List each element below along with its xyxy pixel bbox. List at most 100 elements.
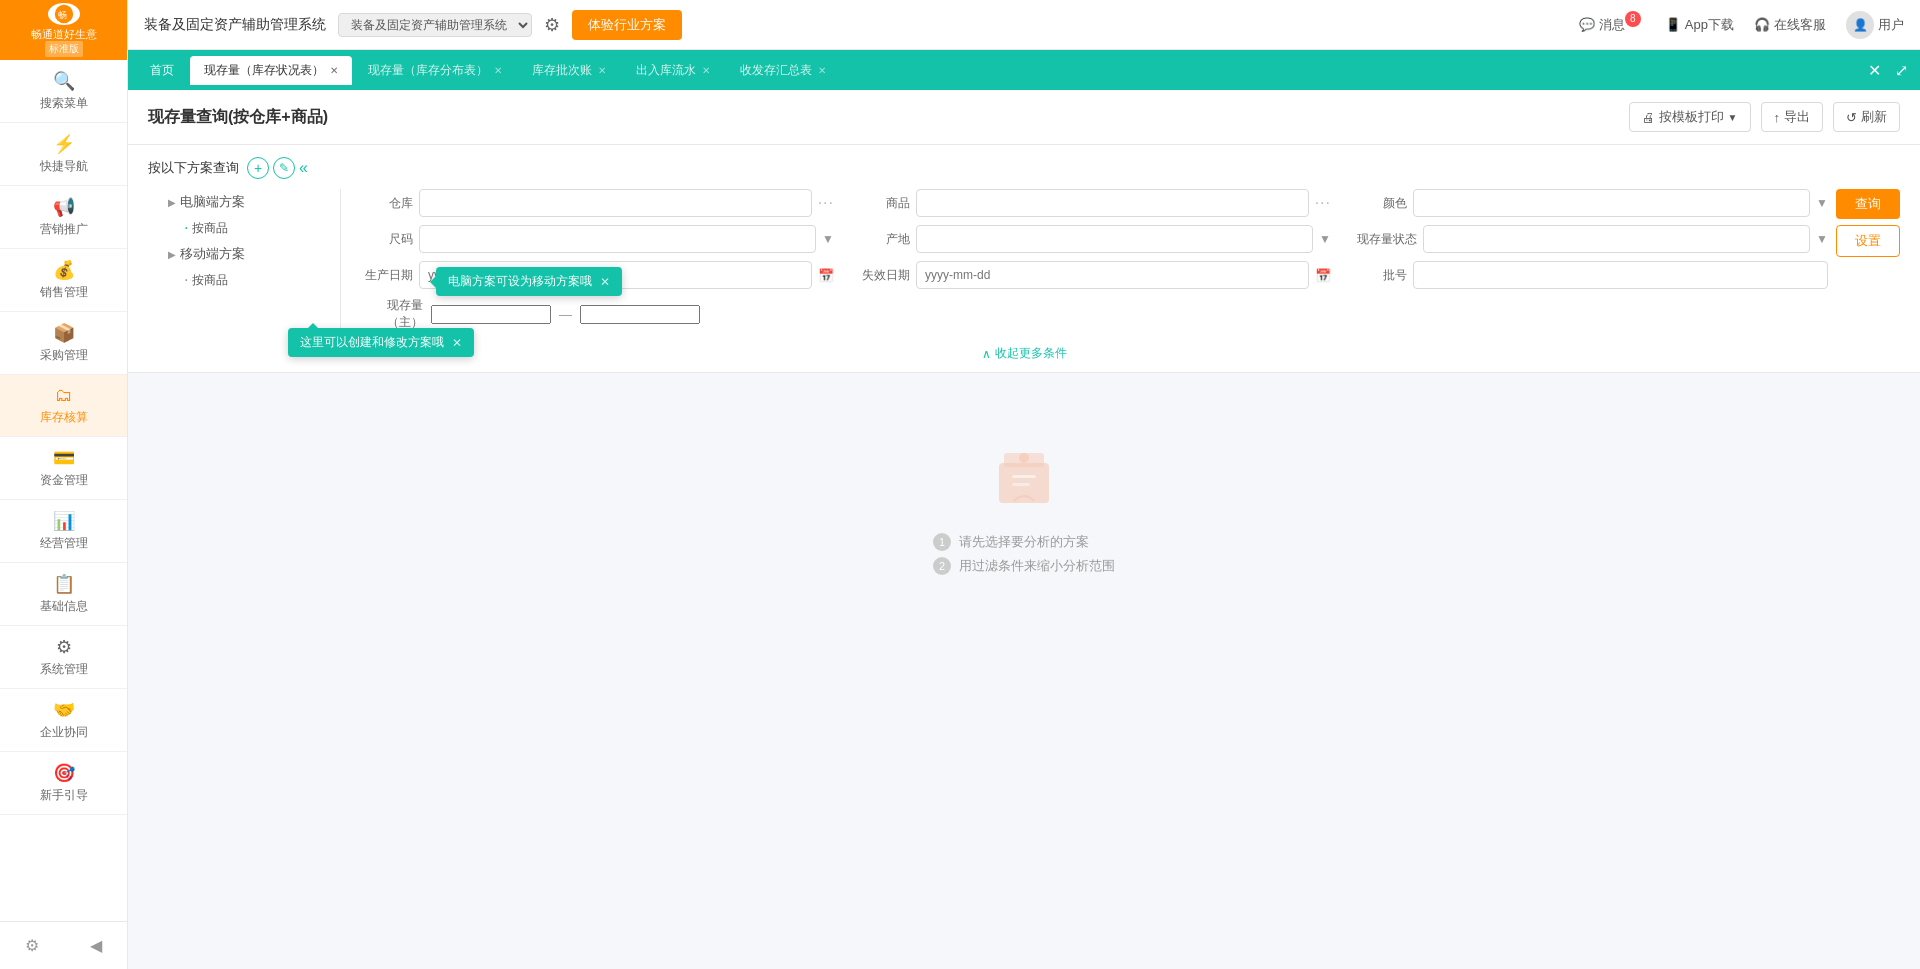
collapse-sidebar-btn[interactable]: ◀ xyxy=(82,932,110,959)
main-area: 装备及固定资产辅助管理系统 装备及固定资产辅助管理系统 ⚙ 体验行业方案 💬 消… xyxy=(128,0,1920,969)
topbar: 装备及固定资产辅助管理系统 装备及固定资产辅助管理系统 ⚙ 体验行业方案 💬 消… xyxy=(128,0,1920,50)
tab-home[interactable]: 首页 xyxy=(136,56,188,85)
tab-summary[interactable]: 收发存汇总表 ✕ xyxy=(726,56,840,85)
stock-status-dropdown-icon[interactable]: ▼ xyxy=(1816,232,1828,246)
svg-rect-5 xyxy=(1012,475,1036,478)
goods-input[interactable] xyxy=(916,189,1309,217)
size-dropdown-icon[interactable]: ▼ xyxy=(822,232,834,246)
tab-summary-close[interactable]: ✕ xyxy=(818,65,826,76)
sidebar-item-collab[interactable]: 🤝 企业协同 xyxy=(0,689,127,752)
scheme-tooltip-close[interactable]: ✕ xyxy=(600,275,610,289)
tab-flow[interactable]: 出入库流水 ✕ xyxy=(622,56,724,85)
sidebar-item-label-inventory: 库存核算 xyxy=(40,409,88,426)
stock-status-input[interactable] xyxy=(1423,225,1810,253)
produce-date-calendar-icon[interactable]: 📅 xyxy=(818,268,834,283)
back-arrow-icon[interactable]: « xyxy=(299,159,308,177)
step-1-text: 请先选择要分析的方案 xyxy=(959,533,1089,551)
user-area[interactable]: 👤 用户 xyxy=(1846,11,1904,39)
sidebar-item-label-nav: 快捷导航 xyxy=(40,158,88,175)
tabbar-close-all-icon[interactable]: ✕ xyxy=(1864,59,1885,82)
stock-main-to-input[interactable] xyxy=(580,305,700,324)
edit-tooltip-close[interactable]: ✕ xyxy=(452,336,462,350)
sidebar-item-label-finance: 资金管理 xyxy=(40,472,88,489)
expire-date-calendar-icon[interactable]: 📅 xyxy=(1315,268,1331,283)
refresh-icon: ↺ xyxy=(1846,110,1857,125)
tab-stock-distribution-close[interactable]: ✕ xyxy=(494,65,502,76)
sidebar-item-sales[interactable]: 💰 销售管理 xyxy=(0,249,127,312)
sidebar-item-basic-info[interactable]: 📋 基础信息 xyxy=(0,563,127,626)
color-input[interactable] xyxy=(1413,189,1810,217)
add-scheme-btn[interactable]: + xyxy=(247,157,269,179)
stock-status-label: 现存量状态 xyxy=(1347,231,1417,248)
sidebar-item-finance[interactable]: 💳 资金管理 xyxy=(0,437,127,500)
tab-stock-distribution[interactable]: 现存量（库存分布表） ✕ xyxy=(354,56,516,85)
tab-stock-status[interactable]: 现存量（库存状况表） ✕ xyxy=(190,56,352,85)
tab-flow-close[interactable]: ✕ xyxy=(702,65,710,76)
tab-stock-status-close[interactable]: ✕ xyxy=(330,65,338,76)
sidebar-item-search[interactable]: 🔍 搜索菜单 xyxy=(0,60,127,123)
inventory-icon: 🗂 xyxy=(55,385,73,406)
settings-bottom-btn[interactable]: ⚙ xyxy=(17,932,47,959)
divider-vertical xyxy=(340,189,341,339)
sidebar-item-guide[interactable]: 🎯 新手引导 xyxy=(0,752,127,815)
tab-batch-close[interactable]: ✕ xyxy=(598,65,606,76)
app-logo: 畅 畅通道好生意 标准版 xyxy=(0,0,127,60)
search-btn[interactable]: 查询 xyxy=(1836,189,1900,219)
content-area: 现存量查询(按仓库+商品) 🖨 按模板打印 ▼ ↑ 导出 ↺ 刷新 xyxy=(128,90,1920,969)
expire-date-input[interactable] xyxy=(916,261,1309,289)
industry-btn[interactable]: 体验行业方案 xyxy=(572,10,682,40)
sidebar-item-purchase[interactable]: 📦 采购管理 xyxy=(0,312,127,375)
settings-icon[interactable]: ⚙ xyxy=(544,14,560,36)
stock-main-from-input[interactable] xyxy=(431,305,551,324)
scheme-item-desktop[interactable]: ▶ 电脑端方案 xyxy=(168,189,328,215)
warehouse-dots-icon[interactable]: ··· xyxy=(818,194,834,212)
collapse-btn[interactable]: ∧ 收起更多条件 xyxy=(982,345,1067,362)
collab-icon: 🤝 xyxy=(53,699,75,721)
goods-dots-icon[interactable]: ··· xyxy=(1315,194,1331,212)
sidebar-item-marketing[interactable]: 📢 营销推广 xyxy=(0,186,127,249)
sidebar: 畅 畅通道好生意 标准版 🔍 搜索菜单 ⚡ 快捷导航 📢 营销推广 💰 销售管理… xyxy=(0,0,128,969)
stock-main-label: 现存量（主） xyxy=(353,297,423,331)
print-dropdown-icon: ▼ xyxy=(1728,112,1738,123)
sidebar-item-management[interactable]: 📊 经营管理 xyxy=(0,500,127,563)
sidebar-item-label-sales: 销售管理 xyxy=(40,284,88,301)
batch-input[interactable] xyxy=(1413,261,1828,289)
sidebar-item-nav[interactable]: ⚡ 快捷导航 xyxy=(0,123,127,186)
filter-field-batch: 批号 xyxy=(1347,261,1828,289)
sidebar-item-system[interactable]: ⚙ 系统管理 xyxy=(0,626,127,689)
export-btn[interactable]: ↑ 导出 xyxy=(1761,102,1824,132)
support-btn[interactable]: 🎧 在线客服 xyxy=(1754,16,1826,34)
marketing-icon: 📢 xyxy=(53,196,75,218)
tab-batch[interactable]: 库存批次账 ✕ xyxy=(518,56,620,85)
edit-scheme-btn[interactable]: ✎ xyxy=(273,157,295,179)
app-download-btn[interactable]: 📱 App下载 xyxy=(1665,16,1734,34)
filter-field-stock-status: 现存量状态 ▼ xyxy=(1347,225,1828,253)
produce-date-label: 生产日期 xyxy=(353,267,413,284)
message-badge: 8 xyxy=(1625,11,1641,27)
origin-input[interactable] xyxy=(916,225,1313,253)
step-2-num: 2 xyxy=(933,557,951,575)
scheme-sub-item-2[interactable]: · 按商品 xyxy=(184,267,328,293)
sidebar-item-label-search: 搜索菜单 xyxy=(40,95,88,112)
edit-tooltip-text: 这里可以创建和修改方案哦 xyxy=(300,334,444,351)
color-dropdown-icon[interactable]: ▼ xyxy=(1816,196,1828,210)
scheme-item-mobile[interactable]: ▶ 移动端方案 xyxy=(168,241,328,267)
reset-btn[interactable]: 设置 xyxy=(1836,225,1900,257)
sub-item-1-indicator: · xyxy=(184,219,188,237)
message-btn[interactable]: 💬 消息 8 xyxy=(1579,16,1645,34)
caret-down-icon: ▶ xyxy=(168,197,176,208)
scheme-tree: ▶ 电脑端方案 · 按商品 ▶ 移动端方案 xyxy=(148,189,328,339)
origin-dropdown-icon[interactable]: ▼ xyxy=(1319,232,1331,246)
scheme-sub-item-1[interactable]: · 按商品 xyxy=(184,215,328,241)
tab-stock-status-label: 现存量（库存状况表） xyxy=(204,62,324,79)
sidebar-item-label-collab: 企业协同 xyxy=(40,724,88,741)
sidebar-item-inventory[interactable]: 🗂 库存核算 xyxy=(0,375,127,437)
tabbar-maximize-icon[interactable]: ⤢ xyxy=(1891,59,1912,82)
size-input[interactable] xyxy=(419,225,816,253)
refresh-btn[interactable]: ↺ 刷新 xyxy=(1833,102,1900,132)
step-2-text: 用过滤条件来缩小分析范围 xyxy=(959,557,1115,575)
warehouse-input[interactable] xyxy=(419,189,812,217)
tabbar-actions: ✕ ⤢ xyxy=(1864,59,1912,82)
print-btn[interactable]: 🖨 按模板打印 ▼ xyxy=(1629,102,1751,132)
system-select[interactable]: 装备及固定资产辅助管理系统 xyxy=(338,13,532,37)
